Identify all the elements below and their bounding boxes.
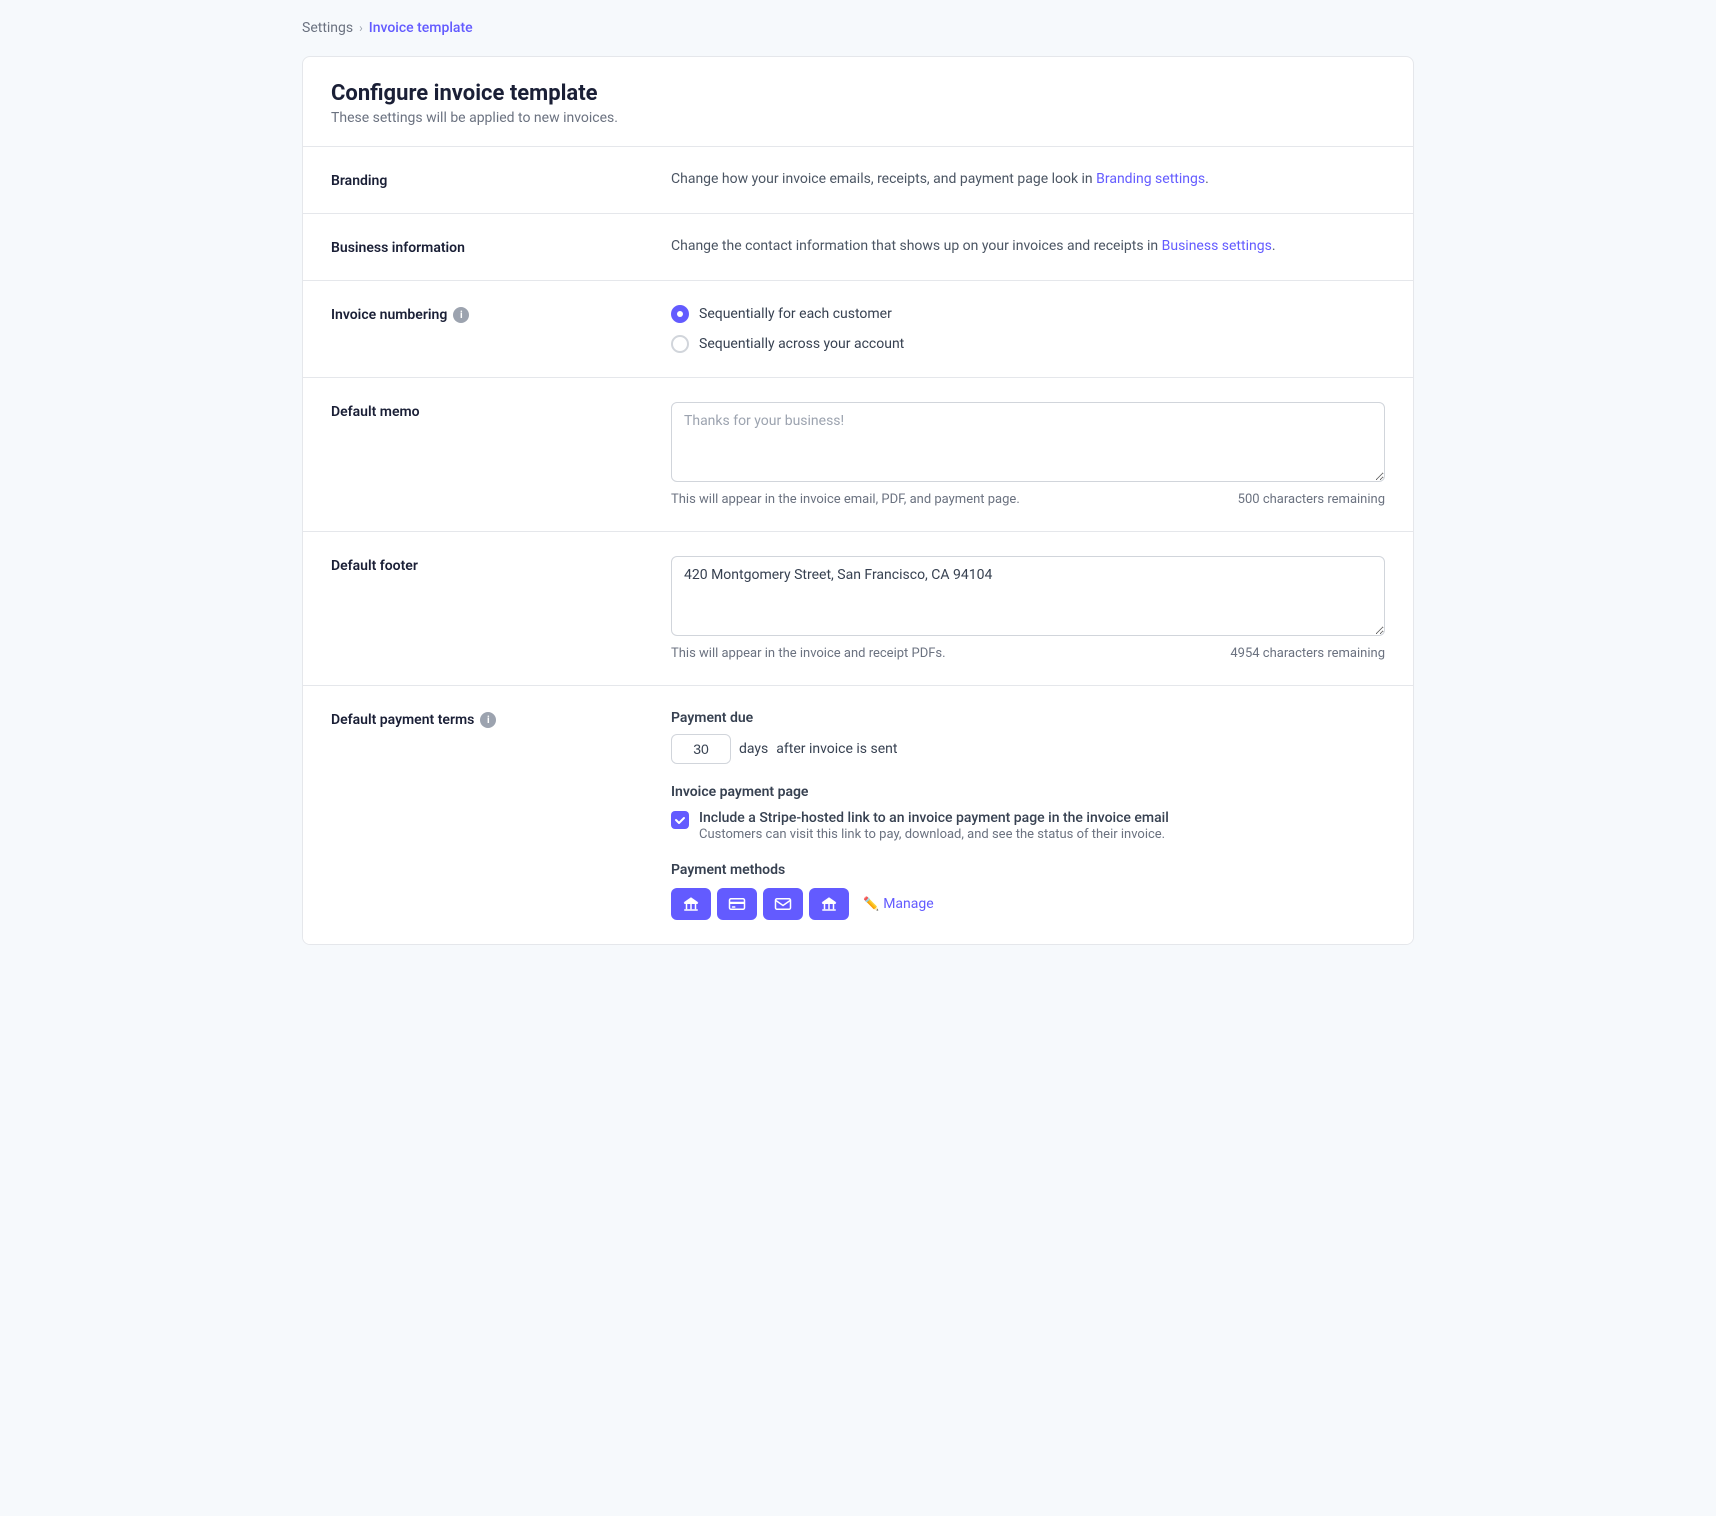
business-information-row: Business information Change the contact … [303, 214, 1413, 281]
settings-card: Configure invoice template These setting… [302, 56, 1414, 945]
days-unit: days [739, 741, 768, 757]
include-payment-page-text: Include a Stripe-hosted link to an invoi… [699, 810, 1169, 842]
breadcrumb-separator: › [359, 21, 363, 35]
default-payment-terms-content: Payment due days after invoice is sent I… [671, 710, 1385, 920]
payment-icon-card[interactable] [717, 888, 757, 920]
after-invoice-text: after invoice is sent [776, 741, 897, 757]
payment-due-row: days after invoice is sent [671, 734, 1385, 764]
default-footer-textarea[interactable] [671, 556, 1385, 636]
branding-content: Change how your invoice emails, receipts… [671, 171, 1385, 187]
pencil-icon: ✏️ [863, 897, 879, 912]
invoice-payment-page-checkbox-row: Include a Stripe-hosted link to an invoi… [671, 810, 1385, 842]
page-subtitle: These settings will be applied to new in… [331, 110, 1385, 126]
include-payment-page-checkbox[interactable] [671, 811, 689, 829]
radio-per-customer-label: Sequentially for each customer [699, 306, 892, 322]
card-header: Configure invoice template These setting… [303, 57, 1413, 147]
branding-label: Branding [331, 171, 671, 189]
radio-per-customer-indicator [671, 305, 689, 323]
business-settings-link[interactable]: Business settings [1162, 238, 1272, 254]
default-footer-label: Default footer [331, 556, 671, 574]
radio-across-account-label: Sequentially across your account [699, 336, 904, 352]
payment-icon-bank1[interactable] [671, 888, 711, 920]
default-memo-content: This will appear in the invoice email, P… [671, 402, 1385, 507]
breadcrumb-current: Invoice template [369, 20, 473, 36]
default-memo-textarea[interactable] [671, 402, 1385, 482]
default-footer-hint: This will appear in the invoice and rece… [671, 646, 1385, 661]
payment-icons-row: ✏️ Manage [671, 888, 1385, 920]
breadcrumb-settings[interactable]: Settings [302, 20, 353, 36]
radio-across-account-indicator [671, 335, 689, 353]
payment-icon-email[interactable] [763, 888, 803, 920]
payment-methods-label: Payment methods [671, 862, 1385, 878]
invoice-numbering-label: Invoice numbering i [331, 305, 671, 323]
payment-icon-bank2[interactable] [809, 888, 849, 920]
invoice-numbering-info-icon[interactable]: i [453, 307, 469, 323]
branding-row: Branding Change how your invoice emails,… [303, 147, 1413, 214]
radio-option-per-customer[interactable]: Sequentially for each customer [671, 305, 1385, 323]
invoice-numbering-row: Invoice numbering i Sequentially for eac… [303, 281, 1413, 378]
default-payment-terms-row: Default payment terms i Payment due days… [303, 686, 1413, 944]
default-payment-terms-label: Default payment terms i [331, 710, 671, 728]
payment-due-label: Payment due [671, 710, 1385, 726]
breadcrumb: Settings › Invoice template [302, 20, 1414, 36]
invoice-payment-page-label: Invoice payment page [671, 784, 1385, 800]
manage-payment-methods-link[interactable]: ✏️ Manage [863, 896, 934, 912]
business-info-label: Business information [331, 238, 671, 256]
branding-settings-link[interactable]: Branding settings [1096, 171, 1205, 187]
default-memo-row: Default memo This will appear in the inv… [303, 378, 1413, 532]
default-memo-hint: This will appear in the invoice email, P… [671, 492, 1385, 507]
days-input[interactable] [671, 734, 731, 764]
radio-option-across-account[interactable]: Sequentially across your account [671, 335, 1385, 353]
page-title: Configure invoice template [331, 81, 1385, 106]
business-info-content: Change the contact information that show… [671, 238, 1385, 254]
invoice-numbering-content: Sequentially for each customer Sequentia… [671, 305, 1385, 353]
default-footer-row: Default footer This will appear in the i… [303, 532, 1413, 686]
payment-terms-info-icon[interactable]: i [480, 712, 496, 728]
invoice-numbering-radio-group: Sequentially for each customer Sequentia… [671, 305, 1385, 353]
default-memo-label: Default memo [331, 402, 671, 420]
default-footer-content: This will appear in the invoice and rece… [671, 556, 1385, 661]
